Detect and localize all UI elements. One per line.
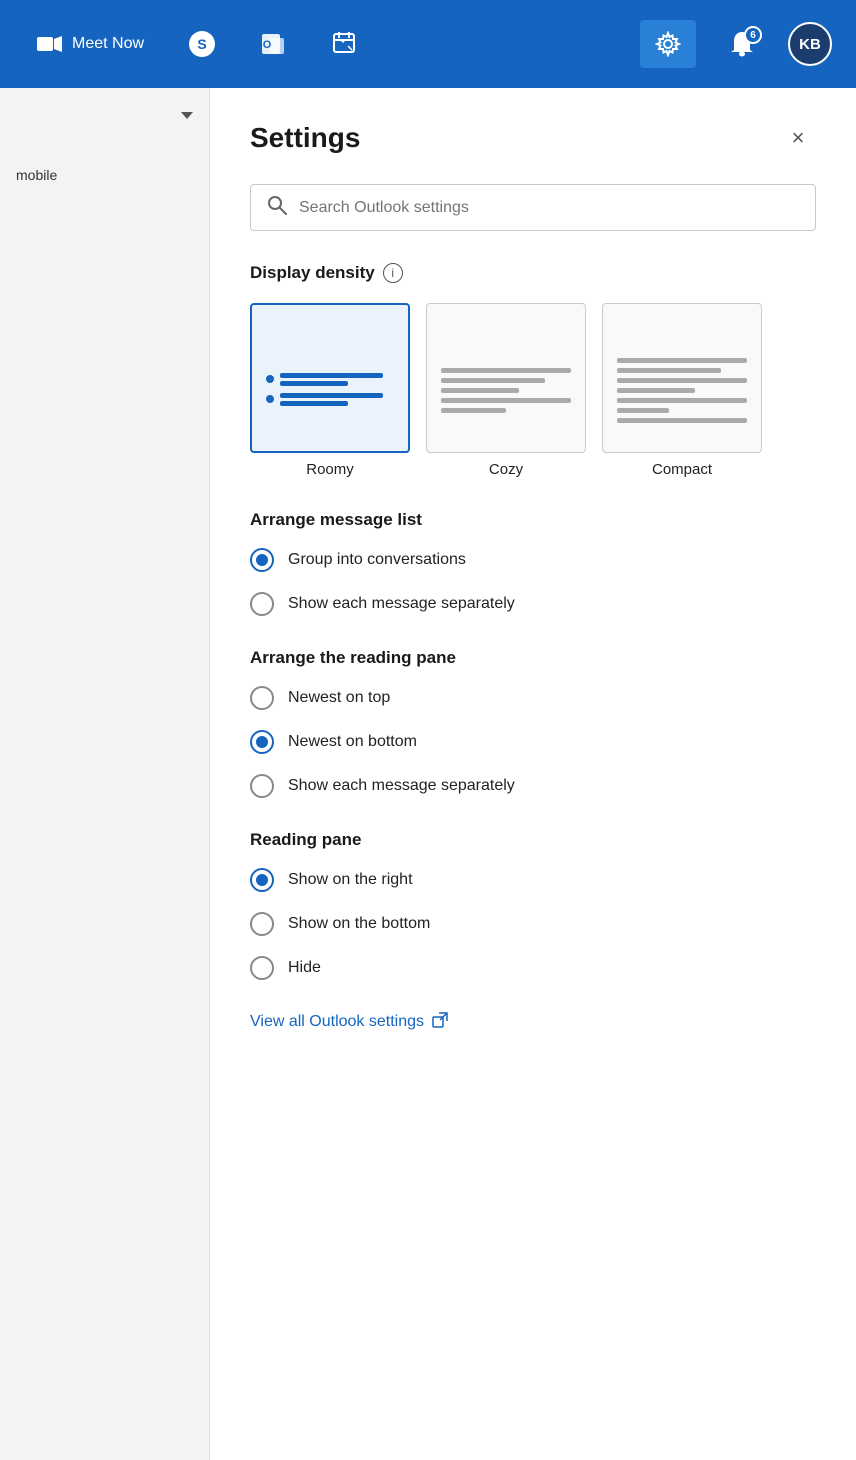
radio-inner [256,554,268,566]
density-dot [266,375,274,383]
video-icon [36,30,64,58]
gray-line [441,368,571,373]
radio-inner [256,736,268,748]
view-all-link[interactable]: View all Outlook settings [250,1012,816,1031]
arrange-reading-label: Arrange the reading pane [250,648,816,668]
radio-inner [256,874,268,886]
settings-title: Settings [250,122,360,154]
radio-show-each-separately[interactable]: Show each message separately [250,592,816,616]
calendar-edit-button[interactable] [320,22,372,66]
main-layout: mobile Settings × Display density i [0,88,856,1460]
gear-button[interactable] [640,20,696,68]
info-icon[interactable]: i [383,263,403,283]
radio-group-conversations-circle [250,548,274,572]
outlook-button[interactable]: O [248,22,300,66]
sidebar-mobile-label: mobile [16,167,57,183]
radio-group-conversations-label: Group into conversations [288,551,466,569]
meet-now-label: Meet Now [72,35,144,53]
topbar: Meet Now S O [0,0,856,88]
meet-now-button[interactable]: Meet Now [24,22,156,66]
sidebar-content: mobile [0,127,209,225]
radio-hide-circle [250,956,274,980]
reading-pane-label: Reading pane [250,830,816,850]
density-dot [266,395,274,403]
density-roomy-card[interactable]: Roomy [250,303,410,478]
density-line [280,393,383,398]
gray-line [617,408,669,413]
radio-show-bottom-label: Show on the bottom [288,915,430,933]
chevron-down-icon [181,112,193,119]
search-icon [267,195,287,220]
outlook-icon: O [260,30,288,58]
svg-text:O: O [263,39,272,51]
radio-show-bottom-circle [250,912,274,936]
external-link-icon [432,1012,448,1031]
density-line [280,381,348,386]
settings-panel: Settings × Display density i [210,88,856,1460]
display-density-label: Display density [250,263,375,283]
radio-show-bottom[interactable]: Show on the bottom [250,912,816,936]
sidebar: mobile [0,88,210,1460]
density-compact-card[interactable]: Compact [602,303,762,478]
radio-newest-bottom[interactable]: Newest on bottom [250,730,816,754]
bell-button[interactable]: 6 [716,22,768,66]
radio-newest-bottom-circle [250,730,274,754]
arrange-reading-section: Arrange the reading pane Newest on top N… [250,648,816,798]
density-compact-label: Compact [602,461,762,478]
radio-show-each-separately-label: Show each message separately [288,595,515,613]
radio-show-each-reading-label: Show each message separately [288,777,515,795]
avatar[interactable]: KB [788,22,832,66]
close-button[interactable]: × [780,120,816,156]
radio-hide[interactable]: Hide [250,956,816,980]
radio-show-each-separately-circle [250,592,274,616]
radio-show-right[interactable]: Show on the right [250,868,816,892]
gray-line [617,368,721,373]
radio-newest-top[interactable]: Newest on top [250,686,816,710]
search-input[interactable] [299,199,799,217]
gray-line [441,378,545,383]
gray-line [441,388,519,393]
gray-line [617,358,747,363]
radio-show-each-reading[interactable]: Show each message separately [250,774,816,798]
radio-group-conversations[interactable]: Group into conversations [250,548,816,572]
density-cards: Roomy [250,303,816,478]
density-line [280,401,348,406]
skype-button[interactable]: S [176,22,228,66]
radio-show-right-label: Show on the right [288,871,413,889]
gear-icon [654,30,682,58]
radio-hide-label: Hide [288,959,321,977]
notification-badge: 6 [744,26,762,44]
density-line [280,373,383,378]
settings-header: Settings × [250,120,816,156]
skype-icon: S [188,30,216,58]
gray-line [617,418,747,423]
sidebar-dropdown[interactable] [0,104,209,127]
radio-show-each-reading-circle [250,774,274,798]
radio-newest-bottom-label: Newest on bottom [288,733,417,751]
calendar-edit-icon [332,30,360,58]
search-box [250,184,816,231]
radio-show-right-circle [250,868,274,892]
display-density-section: Display density i [250,263,816,478]
svg-text:S: S [197,36,206,52]
density-cozy-card[interactable]: Cozy [426,303,586,478]
view-all-label: View all Outlook settings [250,1013,424,1031]
gray-line [617,398,747,403]
display-density-header: Display density i [250,263,816,283]
density-roomy-label: Roomy [250,461,410,478]
radio-newest-top-circle [250,686,274,710]
gray-line [441,398,571,403]
gray-line [441,408,506,413]
density-cozy-label: Cozy [426,461,586,478]
gray-line [617,378,747,383]
gray-line [617,388,695,393]
reading-pane-section: Reading pane Show on the right Show on t… [250,830,816,980]
arrange-message-section: Arrange message list Group into conversa… [250,510,816,616]
arrange-message-label: Arrange message list [250,510,816,530]
radio-newest-top-label: Newest on top [288,689,390,707]
